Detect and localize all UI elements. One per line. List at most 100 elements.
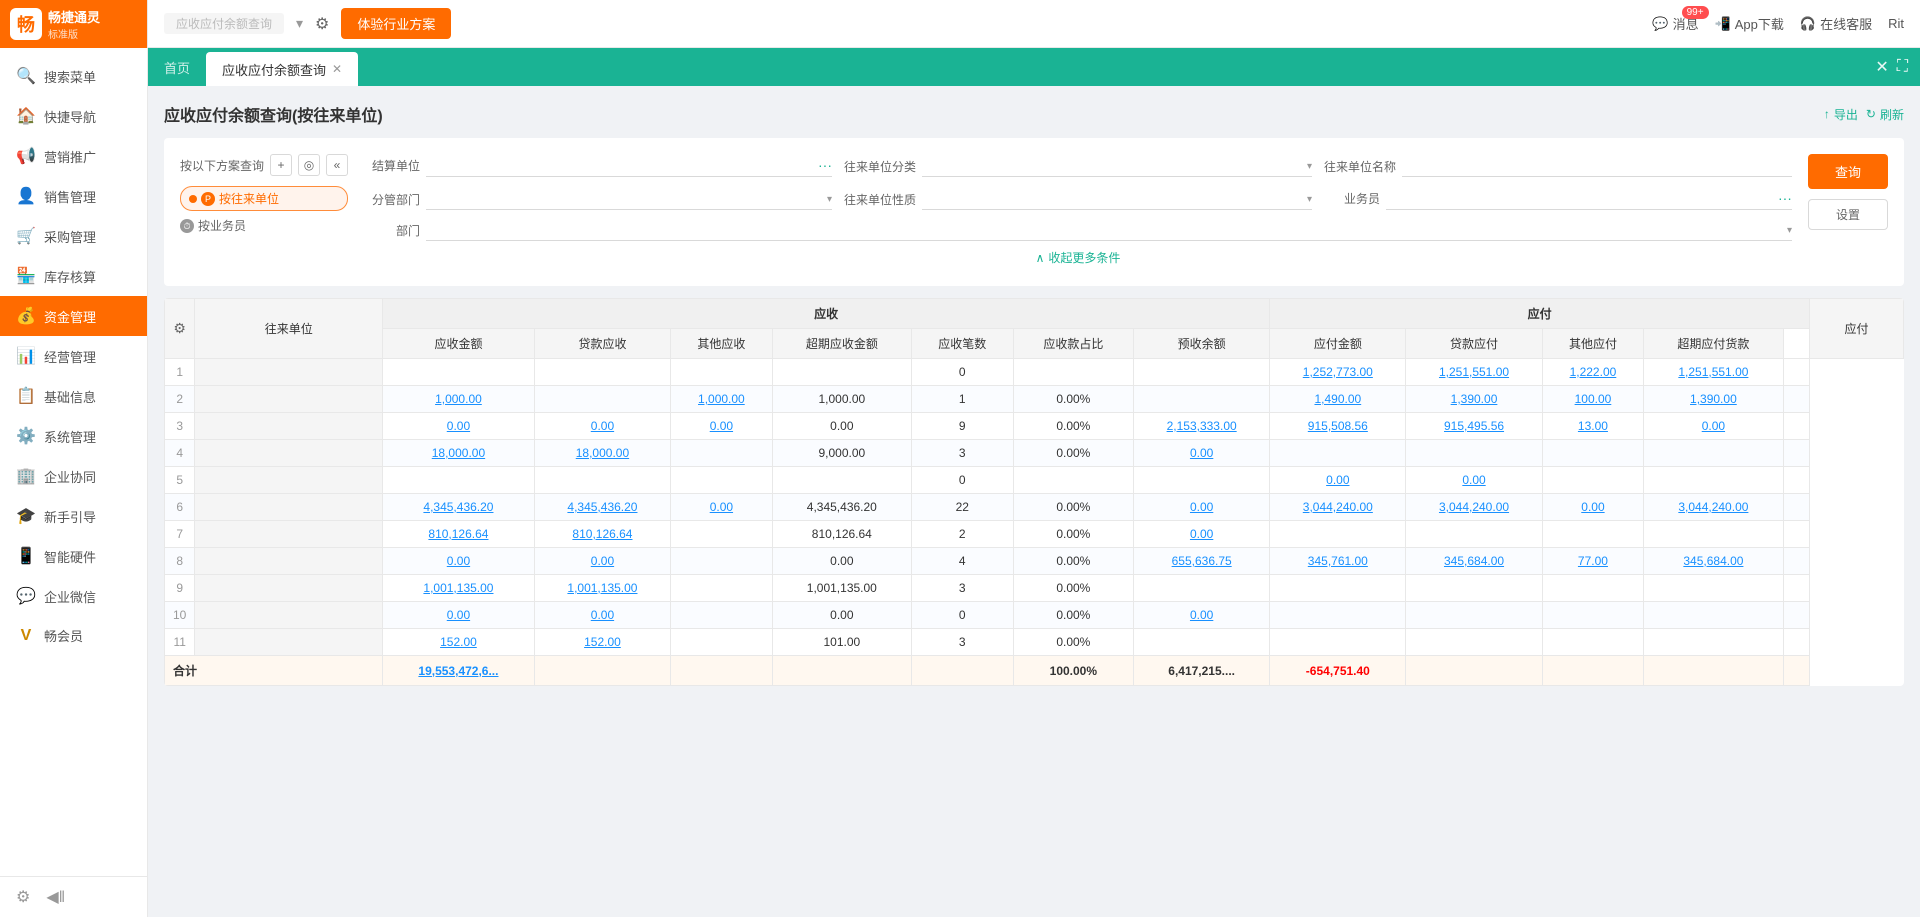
sidebar-item-enterprise-wx[interactable]: 💬 企业微信 (0, 576, 147, 616)
partner-category-arrow[interactable]: ▾ (1307, 161, 1312, 172)
marketing-icon: 📢 (16, 146, 36, 166)
partner-nature-input[interactable] (922, 192, 1307, 206)
filter-row-2: 分管部门 ▾ 往来单位性质 ▾ 业务员 (364, 187, 1792, 210)
sidebar-item-inventory[interactable]: 🏪 库存核算 (0, 256, 147, 296)
refresh-icon: ↻ (1866, 107, 1876, 121)
col-ar-loan: 贷款应收 (534, 329, 670, 359)
scheme-label: 按以下方案查询 (180, 157, 264, 174)
filter-partner-nature: 往来单位性质 ▾ (844, 189, 1312, 210)
footer-ar-loan (534, 656, 670, 686)
branch-dept-arrow[interactable]: ▾ (827, 194, 832, 205)
topbar-dropdown-icon[interactable]: ▾ (296, 15, 303, 32)
scheme-collapse-icon[interactable]: « (326, 154, 348, 176)
partner-category-input[interactable] (922, 159, 1307, 173)
settlement-unit-input[interactable] (426, 158, 814, 172)
solution-btn[interactable]: 体验行业方案 (341, 8, 451, 39)
tabbar-close-icon[interactable]: ✕ (1875, 57, 1888, 77)
export-btn[interactable]: ↑ 导出 (1824, 106, 1858, 123)
tabbar-actions: ✕ ⛶ (1875, 57, 1920, 77)
query-btn[interactable]: 查询 (1808, 154, 1888, 189)
tab-close-icon[interactable]: ✕ (332, 62, 342, 76)
row-ar-prepay-9: 0.00 (1134, 602, 1270, 629)
inventory-icon: 🏪 (16, 266, 36, 286)
row-ar-amount-5: 4,345,436.20 (383, 494, 535, 521)
sidebar-item-purchase[interactable]: 🛒 采购管理 (0, 216, 147, 256)
row-partner-7 (195, 548, 383, 575)
department-arrow[interactable]: ▾ (1787, 225, 1792, 236)
row-ar-count-1: 1 (911, 386, 1013, 413)
quick-nav-icon: 🏠 (16, 106, 36, 126)
sidebar-item-quick-nav[interactable]: 🏠 快捷导航 (0, 96, 147, 136)
row-ar-loan-4 (534, 467, 670, 494)
scheme-settings-icon[interactable]: ◎ (298, 154, 320, 176)
tabbar-expand-icon[interactable]: ⛶ (1897, 58, 1908, 76)
sidebar-item-newbie[interactable]: 🎓 新手引导 (0, 496, 147, 536)
topbar-online-service[interactable]: 🎧 在线客服 (1800, 14, 1872, 33)
topbar-app-download[interactable]: 📲 App下载 (1715, 14, 1784, 33)
row-ar-overdue-4 (772, 467, 911, 494)
tab-ar-ap[interactable]: 应收应付余额查询 ✕ (206, 52, 358, 86)
row-ap-amount-3 (1270, 440, 1406, 467)
topbar-message[interactable]: 💬 消息 99+ (1652, 14, 1698, 33)
row-ar-other-8 (671, 575, 773, 602)
topbar-gear-icon[interactable]: ⚙ (315, 14, 329, 34)
tab-home[interactable]: 首页 (148, 48, 206, 86)
row-ap-overdue-10 (1644, 629, 1783, 656)
scheme-by-salesman[interactable]: ⏱ 按业务员 (180, 217, 348, 234)
collapse-sidebar-icon[interactable]: ◀‖ (46, 887, 65, 907)
collapse-btn[interactable]: ∧ 收起更多条件 (364, 249, 1792, 266)
logo-icon: 畅 (10, 8, 42, 40)
footer-ap-col (1783, 656, 1810, 686)
sidebar-item-operations[interactable]: 📊 经营管理 (0, 336, 147, 376)
row-ar-count-8: 3 (911, 575, 1013, 602)
settings-btn[interactable]: 设置 (1808, 199, 1888, 230)
settlement-unit-dots[interactable]: ··· (818, 157, 832, 173)
col-ar-prepay: 预收余额 (1134, 329, 1270, 359)
enterprise-wx-icon: 💬 (16, 586, 36, 606)
salesman-input[interactable] (1386, 191, 1774, 205)
scheme-icon-salesman: ⏱ (180, 219, 194, 233)
sidebar-item-enterprise[interactable]: 🏢 企业协同 (0, 456, 147, 496)
sidebar-footer: ⚙ ◀‖ (0, 876, 147, 917)
tabbar: 首页 应收应付余额查询 ✕ ✕ ⛶ (148, 48, 1920, 86)
settings-footer-icon[interactable]: ⚙ (16, 887, 30, 907)
table-settings-icon[interactable]: ⚙ (173, 320, 186, 336)
filter-fields: 结算单位 ··· 往来单位分类 ▾ 往来单位 (364, 154, 1792, 270)
sidebar-item-marketing[interactable]: 📢 营销推广 (0, 136, 147, 176)
partner-name-input[interactable] (1402, 159, 1792, 173)
sidebar-item-system[interactable]: ⚙️ 系统管理 (0, 416, 147, 456)
row-num-2: 3 (165, 413, 195, 440)
row-ar-prepay-7: 655,636.75 (1134, 548, 1270, 575)
footer-ap-loan (1406, 656, 1542, 686)
row-ar-overdue-7: 0.00 (772, 548, 911, 575)
row-ap-overdue-0: 1,251,551.00 (1644, 359, 1783, 386)
row-ap-col-3 (1783, 440, 1810, 467)
branch-dept-input[interactable] (426, 192, 827, 206)
row-partner-1 (195, 386, 383, 413)
sidebar-item-basic-info[interactable]: 📋 基础信息 (0, 376, 147, 416)
filter-panel: 按以下方案查询 + ◎ « P 按往来单位 ⏱ 按业务员 (164, 138, 1904, 286)
row-ap-overdue-2: 0.00 (1644, 413, 1783, 440)
sidebar-item-member[interactable]: V 畅会员 (0, 616, 147, 655)
sidebar-item-search-menu[interactable]: 🔍 搜索菜单 (0, 56, 147, 96)
row-ar-count-3: 3 (911, 440, 1013, 467)
scheme-by-partner[interactable]: P 按往来单位 (180, 186, 348, 211)
sidebar-item-sales[interactable]: 👤 销售管理 (0, 176, 147, 216)
system-icon: ⚙️ (16, 426, 36, 446)
partner-nature-arrow[interactable]: ▾ (1307, 194, 1312, 205)
sidebar-item-finance[interactable]: 💰 资金管理 (0, 296, 147, 336)
refresh-btn[interactable]: ↻ 刷新 (1866, 106, 1904, 123)
newbie-icon: 🎓 (16, 506, 36, 526)
row-ar-ratio-0 (1013, 359, 1133, 386)
scheme-add-icon[interactable]: + (270, 154, 292, 176)
row-ap-other-7: 77.00 (1542, 548, 1644, 575)
salesman-dots[interactable]: ··· (1778, 190, 1792, 206)
row-ap-col-8 (1783, 575, 1810, 602)
sidebar-item-smart-hw[interactable]: 📱 智能硬件 (0, 536, 147, 576)
department-input[interactable] (426, 223, 1787, 237)
table-row: 2 1,000.00 1,000.00 1,000.00 1 0.00% 1,4… (165, 386, 1904, 413)
table-row: 3 0.00 0.00 0.00 0.00 9 0.00% 2,153,333.… (165, 413, 1904, 440)
filter-row-1: 结算单位 ··· 往来单位分类 ▾ 往来单位 (364, 154, 1792, 177)
row-ar-other-7 (671, 548, 773, 575)
row-ar-count-4: 0 (911, 467, 1013, 494)
